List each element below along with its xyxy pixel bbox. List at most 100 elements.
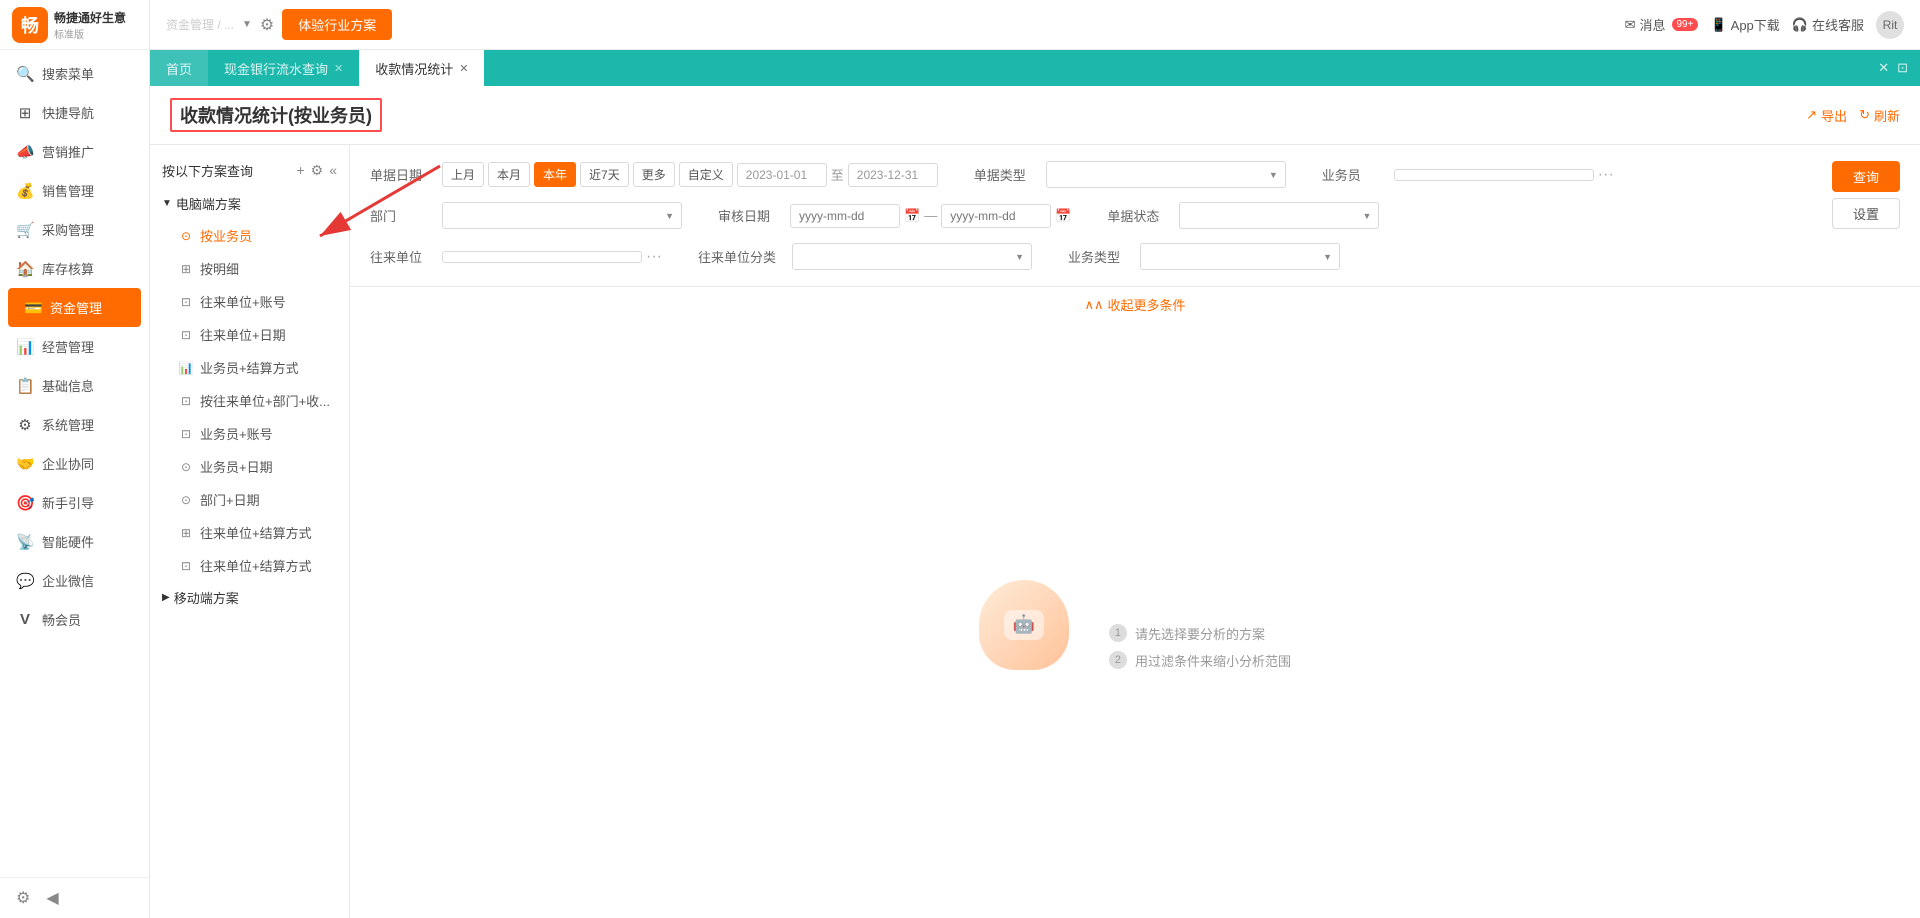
partner-category-label: 往来单位分类 (698, 247, 776, 266)
sidebar-label-system: 系统管理 (42, 415, 94, 434)
add-plan-icon[interactable]: + (296, 162, 304, 179)
right-panel: 单据日期 上月 本月 本年 近7天 更多 自定义 至 (350, 145, 1920, 918)
sidebar-item-basic[interactable]: 📋 基础信息 (0, 366, 149, 405)
tree-child-unit-date[interactable]: ⊡ 往来单位+日期 (150, 318, 349, 351)
sidebar-item-system[interactable]: ⚙ 系统管理 (0, 405, 149, 444)
partner-input[interactable] (442, 251, 642, 263)
tree-child-unit-settle1[interactable]: ⊞ 往来单位+结算方式 (150, 516, 349, 549)
settings-button[interactable]: 设置 (1832, 198, 1900, 229)
tree-child-staff-account[interactable]: ⊡ 业务员+账号 (150, 417, 349, 450)
tab-bank-flow[interactable]: 现金银行流水查询 ✕ (208, 50, 359, 86)
tabbar: 首页 现金银行流水查询 ✕ 收款情况统计 ✕ ✕ ⊡ (150, 50, 1920, 86)
doc-status-select[interactable] (1179, 202, 1379, 229)
audit-end-input[interactable] (941, 204, 1051, 228)
online-service-area[interactable]: 🎧 在线客服 (1792, 15, 1864, 34)
tree-child-by-staff-label: 按业务员 (200, 226, 252, 245)
sidebar-item-operation[interactable]: 📊 经营管理 (0, 327, 149, 366)
unit-date-icon: ⊡ (178, 328, 194, 342)
trial-button[interactable]: 体验行业方案 (282, 9, 392, 40)
audit-start-input[interactable] (790, 204, 900, 228)
partner-category-select[interactable] (792, 243, 1032, 270)
settings-plan-icon[interactable]: ⚙ (311, 162, 324, 179)
audit-date-range: 📅 — 📅 (790, 204, 1071, 228)
tab-collection-stats[interactable]: 收款情况统计 ✕ (359, 50, 484, 86)
custom-date-btn[interactable]: 自定义 (679, 162, 733, 187)
app-download-area[interactable]: 📱 App下载 (1710, 15, 1779, 34)
tab-home[interactable]: 首页 (150, 50, 208, 86)
page-header: 收款情况统计(按业务员) ↗ 导出 ↻ 刷新 (150, 86, 1920, 145)
audit-date-label: 审核日期 (718, 206, 774, 225)
sidebar-item-quick-nav[interactable]: ⊞ 快捷导航 (0, 93, 149, 132)
staff-input[interactable] (1394, 169, 1594, 181)
sidebar-item-capital[interactable]: 💳 资金管理 (8, 288, 141, 327)
cal-start-icon[interactable]: 📅 (904, 208, 920, 224)
collapse-label: 收起更多条件 (1108, 295, 1186, 314)
dept-select-wrapper (442, 202, 682, 229)
tree-child-unit-account[interactable]: ⊡ 往来单位+账号 (150, 285, 349, 318)
tab-bank-flow-close-icon[interactable]: ✕ (334, 62, 343, 75)
sidebar-label-operation: 经营管理 (42, 337, 94, 356)
this-month-btn[interactable]: 本月 (488, 162, 530, 187)
more-date-btn[interactable]: 更多 (633, 162, 675, 187)
sidebar-item-guide[interactable]: 🎯 新手引导 (0, 483, 149, 522)
sidebar-menu: 🔍 搜索菜单 ⊞ 快捷导航 📣 营销推广 💰 销售管理 🛒 采购管理 🏠 库存核… (0, 50, 149, 877)
sidebar-item-search[interactable]: 🔍 搜索菜单 (0, 54, 149, 93)
biz-type-select[interactable] (1140, 243, 1340, 270)
cal-end-icon[interactable]: 📅 (1055, 208, 1071, 224)
tabbar-close-icon[interactable]: ✕ (1878, 60, 1889, 76)
this-year-btn[interactable]: 本年 (534, 162, 576, 187)
app-download-label: App下载 (1731, 15, 1780, 34)
settle1-icon: ⊞ (178, 526, 194, 540)
date-end-input[interactable] (848, 163, 938, 187)
tabbar-maximize-icon[interactable]: ⊡ (1897, 60, 1908, 76)
staff-dots[interactable]: ··· (1598, 166, 1614, 184)
date-start-input[interactable] (737, 163, 827, 187)
doc-type-select[interactable] (1046, 161, 1286, 188)
empty-illustration: 🤖 1 请先选择要分析的方案 2 用过滤条件来缩小分析范围 (979, 580, 1291, 670)
tree-child-staff-date[interactable]: ⊙ 业务员+日期 (150, 450, 349, 483)
tree-parent-mobile[interactable]: ▶ 移动端方案 (150, 582, 349, 613)
refresh-button[interactable]: ↻ 刷新 (1859, 106, 1900, 125)
sidebar-label-sales: 销售管理 (42, 181, 94, 200)
tree-child-staff-settle[interactable]: 📊 业务员+结算方式 (150, 351, 349, 384)
tree-child-unit-settle2[interactable]: ⊡ 往来单位+结算方式 (150, 549, 349, 582)
settings-bottom-icon[interactable]: ⚙ (16, 888, 30, 908)
sidebar-item-inventory[interactable]: 🏠 库存核算 (0, 249, 149, 288)
dropdown-arrow-icon[interactable]: ▼ (242, 19, 252, 30)
tree-child-unit-account-label: 往来单位+账号 (200, 292, 286, 311)
filter-area: 单据日期 上月 本月 本年 近7天 更多 自定义 至 (350, 145, 1920, 287)
sidebar-item-enterprise[interactable]: 🤝 企业协同 (0, 444, 149, 483)
sidebar-item-purchase[interactable]: 🛒 采购管理 (0, 210, 149, 249)
sidebar-item-wechat[interactable]: 💬 企业微信 (0, 561, 149, 600)
export-button[interactable]: ↗ 导出 (1806, 106, 1847, 125)
v-icon: V (16, 611, 34, 628)
collapse-more-btn[interactable]: ∧∧ 收起更多条件 (350, 287, 1920, 322)
date-separator: 至 (831, 165, 844, 184)
topbar-gear-icon[interactable]: ⚙ (260, 15, 274, 35)
tree-parent-desktop[interactable]: ▼ 电脑端方案 (150, 188, 349, 219)
tab-collection-stats-close-icon[interactable]: ✕ (459, 62, 468, 75)
dept-select[interactable] (442, 202, 682, 229)
last-month-btn[interactable]: 上月 (442, 162, 484, 187)
partner-dots[interactable]: ··· (646, 248, 662, 266)
online-service-label: 在线客服 (1812, 15, 1864, 34)
tree-child-dept-date[interactable]: ⊙ 部门+日期 (150, 483, 349, 516)
messages-area[interactable]: ✉ 消息 99+ (1625, 15, 1699, 34)
collapse-sidebar-icon[interactable]: ◀ (46, 888, 58, 908)
date-label: 单据日期 (370, 165, 426, 184)
tree-child-unit-dept-coll[interactable]: ⊡ 按往来单位+部门+收... (150, 384, 349, 417)
sidebar-item-marketing[interactable]: 📣 营销推广 (0, 132, 149, 171)
logo-icon: 畅 (12, 7, 48, 43)
sidebar-item-hardware[interactable]: 📡 智能硬件 (0, 522, 149, 561)
collapse-chevron-icon: ∧∧ (1084, 297, 1103, 313)
user-avatar[interactable]: Rit (1876, 11, 1904, 39)
sidebar-item-sales[interactable]: 💰 销售管理 (0, 171, 149, 210)
tree-child-by-detail[interactable]: ⊞ 按明细 (150, 252, 349, 285)
left-panel: 按以下方案查询 + ⚙ « ▼ 电脑端方案 ⊙ 按业务员 ⊞ (150, 145, 350, 918)
account-icon: ⊡ (178, 427, 194, 441)
query-button[interactable]: 查询 (1832, 161, 1900, 192)
collapse-panel-icon[interactable]: « (329, 162, 337, 179)
sidebar-item-member[interactable]: V 畅会员 (0, 600, 149, 639)
tree-child-by-staff[interactable]: ⊙ 按业务员 (150, 219, 349, 252)
last-7days-btn[interactable]: 近7天 (580, 162, 629, 187)
